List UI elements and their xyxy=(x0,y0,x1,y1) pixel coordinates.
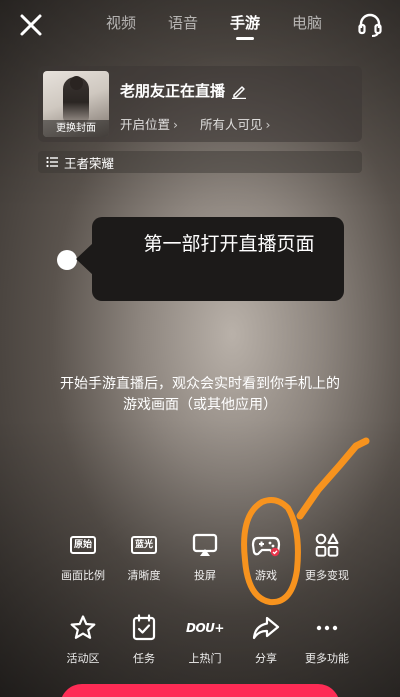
edit-pencil-icon[interactable] xyxy=(231,83,247,99)
meta-row: 开启位置 › 所有人可见 › xyxy=(120,114,271,133)
quality-badge: 蓝光 xyxy=(130,536,157,554)
more-features-button[interactable]: 更多功能 xyxy=(299,613,355,666)
close-icon[interactable] xyxy=(18,12,44,38)
cast-screen-label: 投屏 xyxy=(194,569,216,582)
tab-voice[interactable]: 语音 xyxy=(152,12,214,38)
cast-screen-button[interactable]: 投屏 xyxy=(177,530,233,583)
mobile-game-hint: 开始手游直播后，观众会实时看到你手机上的游戏画面（或其他应用） xyxy=(60,376,340,413)
dou-plus-icon: DOU+ xyxy=(186,613,224,643)
aspect-ratio-badge: 原始 xyxy=(69,536,96,554)
quality-icon: 蓝光 xyxy=(129,530,159,560)
guide-dot xyxy=(57,250,77,270)
list-icon xyxy=(46,156,58,168)
toolbar-row-2: 活动区 任务 DOU+ 上热门 分享 更多功能 xyxy=(55,613,355,666)
quality-button[interactable]: 蓝光 清晰度 xyxy=(116,530,172,583)
visibility-label: 所有人可见 xyxy=(200,117,263,132)
cast-screen-icon xyxy=(192,533,218,556)
chevron-right-icon: › xyxy=(265,117,271,132)
cover-figure-head xyxy=(70,76,83,90)
game-label: 游戏 xyxy=(255,569,277,582)
more-monetize-icon xyxy=(315,533,339,557)
annotation-arrow-line xyxy=(296,437,370,520)
task-icon xyxy=(132,614,156,641)
guide-bubble: 第一部打开直播页面 xyxy=(76,217,344,301)
location-setting[interactable]: 开启位置 › xyxy=(120,114,178,133)
live-info-card: 更换封面 老朋友正在直播 开启位置 › 所有人可见 › xyxy=(38,66,362,142)
visibility-setting[interactable]: 所有人可见 › xyxy=(200,114,271,133)
share-label: 分享 xyxy=(255,652,277,665)
task-label: 任务 xyxy=(133,652,155,665)
share-button[interactable]: 分享 xyxy=(238,613,294,666)
tab-mobile-game[interactable]: 手游 xyxy=(214,12,276,40)
task-button[interactable]: 任务 xyxy=(116,613,172,666)
start-live-button[interactable] xyxy=(60,684,340,697)
aspect-ratio-icon: 原始 xyxy=(68,530,98,560)
more-monetize-button[interactable]: 更多变现 xyxy=(299,530,355,583)
more-icon xyxy=(316,625,338,631)
aspect-ratio-label: 画面比例 xyxy=(61,569,105,582)
location-label: 开启位置 xyxy=(120,117,171,132)
activity-area-button[interactable]: 活动区 xyxy=(55,613,111,666)
dou-plus-badge: DOU+ xyxy=(186,621,224,635)
game-category-selector[interactable]: 王者荣耀 xyxy=(38,151,362,173)
cover-image[interactable]: 更换封面 xyxy=(43,71,109,137)
quality-label: 清晰度 xyxy=(127,569,161,582)
headset-icon[interactable] xyxy=(356,11,384,39)
tab-computer[interactable]: 电脑 xyxy=(276,12,338,38)
aspect-ratio-button[interactable]: 原始 画面比例 xyxy=(55,530,111,583)
gamepad-icon xyxy=(251,536,281,557)
top-bar: 视频 语音 手游 电脑 xyxy=(0,0,400,48)
more-features-label: 更多功能 xyxy=(305,652,349,665)
category-label: 王者荣耀 xyxy=(64,155,115,171)
live-title[interactable]: 老朋友正在直播 xyxy=(120,80,225,101)
dou-plus-label: 上热门 xyxy=(188,652,222,665)
toolbar-row-1: 原始 画面比例 蓝光 清晰度 投屏 游戏 更多变现 xyxy=(55,530,355,583)
more-monetize-label: 更多变现 xyxy=(305,569,349,582)
change-cover-label[interactable]: 更换封面 xyxy=(43,120,109,137)
share-icon xyxy=(252,616,280,640)
dou-plus-button[interactable]: DOU+ 上热门 xyxy=(177,613,233,666)
mode-tabs: 视频 语音 手游 电脑 xyxy=(90,12,338,40)
activity-area-label: 活动区 xyxy=(66,652,100,665)
title-row: 老朋友正在直播 xyxy=(120,80,247,101)
game-button[interactable]: 游戏 xyxy=(238,530,294,583)
chevron-right-icon: › xyxy=(173,117,179,132)
tab-video[interactable]: 视频 xyxy=(90,12,152,38)
star-icon xyxy=(70,615,96,639)
